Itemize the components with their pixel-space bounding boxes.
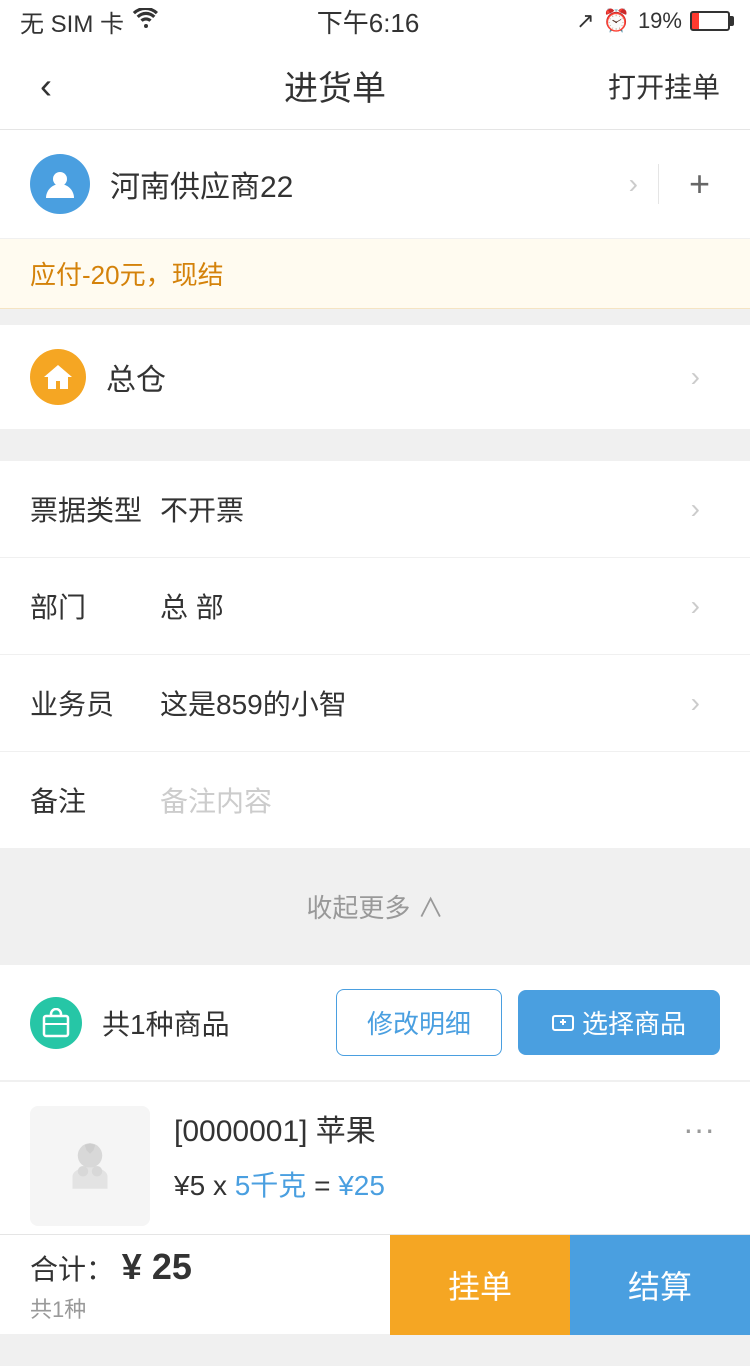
warehouse-icon-circle (30, 349, 86, 405)
page-title: 进货单 (284, 61, 386, 110)
product-name: [0000001] 苹果 (174, 1106, 678, 1150)
battery-percent: 19% (638, 8, 682, 34)
warehouse-name: 总仓 (106, 355, 691, 399)
supplier-name: 河南供应商22 (110, 162, 629, 206)
total-label: 合计： (30, 1254, 114, 1285)
warehouse-card: 总仓 › (0, 325, 750, 429)
supplier-card: 河南供应商22 › + 应付-20元，现结 (0, 130, 750, 309)
back-button[interactable]: ‹ (30, 55, 62, 117)
wifi-icon (132, 7, 160, 35)
bottom-bar: 合计： ¥ 25 共1种 挂单 结算 (0, 1234, 750, 1334)
alarm-icon: ⏰ (603, 8, 630, 34)
hang-order-button[interactable]: 挂单 (390, 1235, 570, 1335)
remark-row[interactable]: 备注 备注内容 (0, 752, 750, 848)
battery-icon (690, 11, 730, 31)
warehouse-row[interactable]: 总仓 › (0, 325, 750, 429)
product-quantity: 5千克 (235, 1170, 307, 1201)
main-content: 河南供应商22 › + 应付-20元，现结 总仓 › 票据类型 不开票 › (0, 130, 750, 1366)
product-price: ¥5 x 5千克 = ¥25 (174, 1164, 678, 1204)
total-amount: ¥ 25 (122, 1246, 192, 1287)
supplier-chevron-icon: › (629, 168, 638, 200)
product-code: [0000001] (174, 1115, 316, 1148)
ticket-type-label: 票据类型 (30, 489, 150, 529)
sales-value: 这是859的小智 (160, 683, 691, 723)
warehouse-chevron-icon: › (691, 361, 700, 393)
total-section: 合计： ¥ 25 共1种 (0, 1246, 390, 1324)
open-hang-button[interactable]: 打开挂单 (608, 66, 720, 106)
home-icon (42, 361, 74, 393)
product-info: [0000001] 苹果 ¥5 x 5千克 = ¥25 (174, 1106, 678, 1204)
sales-chevron-icon: › (691, 687, 700, 719)
collapse-label: 收起更多 ∧ (306, 893, 443, 923)
status-right: ↗ ⏰ 19% (576, 8, 730, 34)
select-product-label: 选择商品 (582, 1004, 686, 1041)
supplier-row[interactable]: 河南供应商22 › + (0, 130, 750, 239)
person-icon (42, 166, 78, 202)
location-icon: ↗ (576, 8, 594, 34)
product-placeholder-icon (55, 1131, 125, 1201)
dept-value: 总 部 (160, 586, 691, 626)
status-bar: 无 SIM 卡 下午6:16 ↗ ⏰ 19% (0, 0, 750, 42)
supplier-avatar (30, 154, 90, 214)
price-per-unit: ¥5 (174, 1170, 205, 1201)
cart-icon (552, 1012, 574, 1034)
product-header-icon (30, 997, 82, 1049)
divider (658, 164, 659, 204)
notice-bar: 应付-20元，现结 (0, 239, 750, 309)
carrier-label: 无 SIM 卡 (20, 4, 124, 39)
sales-label: 业务员 (30, 683, 150, 723)
status-time: 下午6:16 (317, 3, 420, 40)
dept-label: 部门 (30, 586, 150, 626)
more-options-button[interactable]: ··· (678, 1106, 720, 1153)
ticket-type-row[interactable]: 票据类型 不开票 › (0, 461, 750, 558)
status-left: 无 SIM 卡 (20, 4, 160, 39)
total-count: 共1种 (30, 1292, 360, 1324)
shop-icon (41, 1008, 71, 1038)
settle-button[interactable]: 结算 (570, 1235, 750, 1335)
notice-text: 应付-20元，现结 (30, 260, 224, 290)
collapse-bar[interactable]: 收起更多 ∧ (0, 864, 750, 949)
price-separator: x (213, 1170, 235, 1201)
dept-chevron-icon: › (691, 590, 700, 622)
product-title: 苹果 (316, 1115, 376, 1148)
product-total: ¥25 (338, 1170, 385, 1201)
remark-label: 备注 (30, 780, 150, 820)
add-button[interactable]: + (679, 158, 720, 210)
equals-sign: = (314, 1170, 338, 1201)
ticket-type-chevron-icon: › (691, 493, 700, 525)
product-thumbnail (30, 1106, 150, 1226)
product-item: [0000001] 苹果 ¥5 x 5千克 = ¥25 ··· (0, 1081, 750, 1250)
edit-detail-button[interactable]: 修改明细 (336, 989, 502, 1056)
ticket-type-value: 不开票 (160, 489, 691, 529)
dept-row[interactable]: 部门 总 部 › (0, 558, 750, 655)
total-row: 合计： ¥ 25 (30, 1246, 360, 1288)
product-header: 共1种商品 修改明细 选择商品 (0, 965, 750, 1081)
remark-input[interactable]: 备注内容 (160, 780, 720, 820)
product-count: 共1种商品 (102, 1003, 336, 1043)
sales-row[interactable]: 业务员 这是859的小智 › (0, 655, 750, 752)
nav-bar: ‹ 进货单 打开挂单 (0, 42, 750, 130)
form-card: 票据类型 不开票 › 部门 总 部 › 业务员 这是859的小智 › 备注 备注… (0, 461, 750, 848)
select-product-button[interactable]: 选择商品 (518, 990, 720, 1055)
